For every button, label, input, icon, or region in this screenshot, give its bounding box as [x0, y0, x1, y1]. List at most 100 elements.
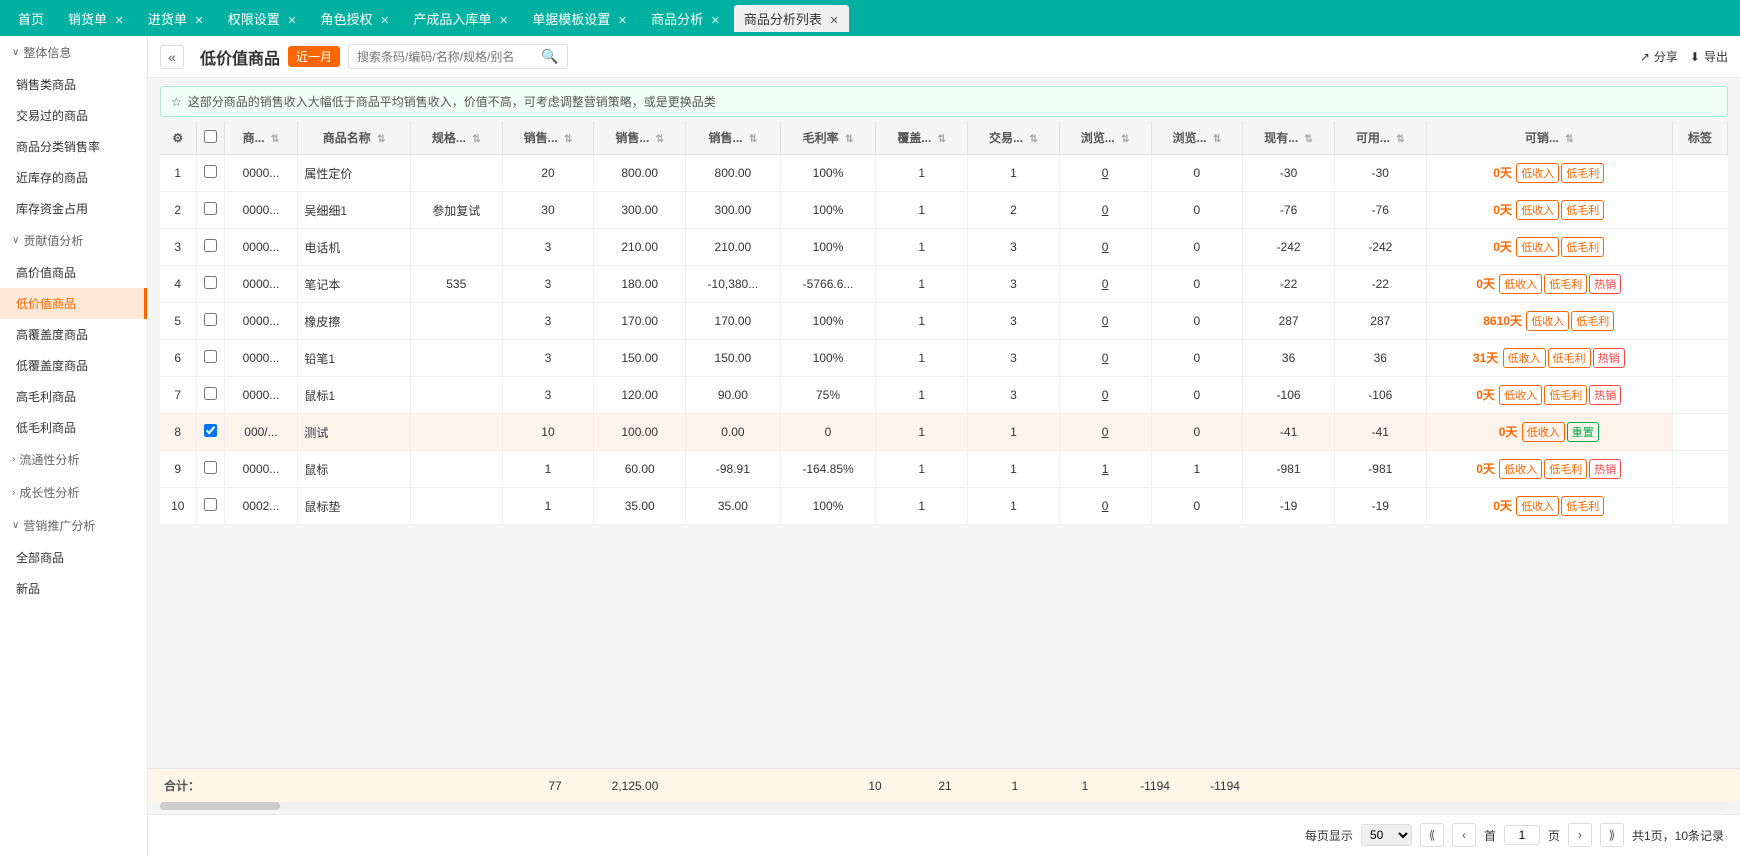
nav-analysis-list[interactable]: 商品分析列表 ✕ [734, 5, 849, 32]
row-checkbox[interactable] [204, 424, 217, 437]
sidebar-item-traded-goods[interactable]: 交易过的商品 [0, 100, 147, 131]
nav-purchase[interactable]: 进货单 ✕ [138, 5, 214, 32]
row-checkbox-cell[interactable] [196, 155, 224, 192]
sidebar-item-all-goods[interactable]: 全部商品 [0, 542, 147, 573]
nav-purchase-close[interactable]: ✕ [194, 15, 203, 27]
horizontal-scrollbar[interactable] [160, 802, 1728, 810]
row-checkbox-cell[interactable] [196, 266, 224, 303]
sidebar-group-circulation[interactable]: › 流通性分析 [0, 443, 147, 476]
th-spec[interactable]: 规格... ⇅ [410, 121, 502, 155]
th-name[interactable]: 商品名称 ⇅ [298, 121, 411, 155]
sidebar-item-high-value[interactable]: 高价值商品 [0, 257, 147, 288]
th-sales1[interactable]: 销售... ⇅ [502, 121, 594, 155]
prev-page-btn[interactable]: ‹ [1452, 823, 1476, 847]
per-page-select[interactable]: 50 100 200 [1361, 824, 1412, 846]
search-input[interactable] [357, 50, 537, 64]
row-checkbox[interactable] [204, 313, 217, 326]
sidebar-item-category-rate[interactable]: 商品分类销售率 [0, 131, 147, 162]
row-checkbox[interactable] [204, 387, 217, 400]
nav-role-close[interactable]: ✕ [380, 15, 389, 27]
nav-template-close[interactable]: ✕ [618, 15, 627, 27]
row-checkbox-cell[interactable] [196, 229, 224, 266]
th-profit-rate[interactable]: 毛利率 ⇅ [780, 121, 876, 155]
row-checkbox-cell[interactable] [196, 192, 224, 229]
row-col7[interactable]: 0 [1059, 488, 1151, 525]
nav-sales[interactable]: 销货单 ✕ [58, 5, 134, 32]
first-page-btn[interactable]: ⟪ [1420, 823, 1444, 847]
th-sales2[interactable]: 销售... ⇅ [594, 121, 686, 155]
sidebar-item-low-value[interactable]: 低价值商品 [0, 288, 147, 319]
nav-analysis[interactable]: 商品分析 ✕ [641, 5, 730, 32]
th-browse2[interactable]: 浏览... ⇅ [1151, 121, 1243, 155]
th-coverage[interactable]: 覆盖... ⇅ [876, 121, 968, 155]
sidebar-group-growth[interactable]: › 成长性分析 [0, 476, 147, 509]
row-checkbox-cell[interactable] [196, 340, 224, 377]
row-col7[interactable]: 0 [1059, 340, 1151, 377]
next-page-btn[interactable]: › [1568, 823, 1592, 847]
th-checkbox[interactable] [196, 121, 224, 155]
nav-sales-close[interactable]: ✕ [115, 15, 124, 27]
row-checkbox[interactable] [204, 350, 217, 363]
collapse-sidebar-btn[interactable]: « [160, 45, 184, 69]
nav-product[interactable]: 产成品入库单 ✕ [403, 5, 518, 32]
row-col7[interactable]: 0 [1059, 303, 1151, 340]
th-gear[interactable]: ⚙ [160, 121, 196, 155]
th-trade[interactable]: 交易... ⇅ [968, 121, 1060, 155]
nav-template[interactable]: 单据模板设置 ✕ [522, 5, 637, 32]
th-saleable[interactable]: 可销... ⇅ [1426, 121, 1672, 155]
sidebar-group-overall[interactable]: ∨ 整体信息 [0, 36, 147, 69]
th-sales3[interactable]: 销售... ⇅ [686, 121, 781, 155]
row-col7[interactable]: 0 [1059, 192, 1151, 229]
row-col7[interactable]: 0 [1059, 377, 1151, 414]
share-btn[interactable]: ↗ 分享 [1640, 48, 1678, 65]
row-checkbox-cell[interactable] [196, 303, 224, 340]
sidebar-item-near-stock[interactable]: 近库存的商品 [0, 162, 147, 193]
row-col1: 20 [502, 155, 594, 192]
sidebar-group-contribution[interactable]: ∨ 贡献值分析 [0, 224, 147, 257]
nav-analysis-close[interactable]: ✕ [711, 15, 720, 27]
sidebar-item-new-goods[interactable]: 新品 [0, 573, 147, 604]
nav-role[interactable]: 角色授权 ✕ [311, 5, 400, 32]
nav-product-close[interactable]: ✕ [499, 15, 508, 27]
row-checkbox-cell[interactable] [196, 414, 224, 451]
select-all-checkbox[interactable] [204, 130, 217, 143]
row-checkbox[interactable] [204, 276, 217, 289]
row-col7[interactable]: 0 [1059, 155, 1151, 192]
search-box: 🔍 [348, 44, 568, 69]
row-name: 笔记本 [298, 266, 411, 303]
nav-home[interactable]: 首页 [8, 5, 54, 32]
sidebar-item-sales-goods[interactable]: 销售类商品 [0, 69, 147, 100]
row-checkbox[interactable] [204, 239, 217, 252]
th-browse1[interactable]: 浏览... ⇅ [1059, 121, 1151, 155]
sidebar-item-low-profit[interactable]: 低毛利商品 [0, 412, 147, 443]
th-available[interactable]: 可用... ⇅ [1334, 121, 1426, 155]
filter-recent-btn[interactable]: 近一月 [288, 46, 340, 67]
nav-perm-close[interactable]: ✕ [287, 15, 296, 27]
row-checkbox[interactable] [204, 165, 217, 178]
row-col7[interactable]: 1 [1059, 451, 1151, 488]
search-icon[interactable]: 🔍 [541, 48, 558, 65]
row-checkbox[interactable] [204, 202, 217, 215]
row-col7[interactable]: 0 [1059, 229, 1151, 266]
row-col7[interactable]: 0 [1059, 414, 1151, 451]
row-checkbox-cell[interactable] [196, 488, 224, 525]
th-code[interactable]: 商... ⇅ [224, 121, 298, 155]
row-col7[interactable]: 0 [1059, 266, 1151, 303]
row-checkbox[interactable] [204, 461, 217, 474]
table-header-row: ⚙ 商... ⇅ 商品名称 ⇅ 规格... ⇅ 销售... ⇅ 销售... ⇅ … [160, 121, 1728, 155]
row-checkbox[interactable] [204, 498, 217, 511]
th-current[interactable]: 现有... ⇅ [1243, 121, 1335, 155]
export-btn[interactable]: ⬇ 导出 [1690, 48, 1728, 65]
sidebar-item-high-coverage[interactable]: 高覆盖度商品 [0, 319, 147, 350]
nav-analysis-list-close[interactable]: ✕ [830, 15, 839, 27]
sidebar-item-stock-fund[interactable]: 库存资金占用 [0, 193, 147, 224]
page-number-input[interactable] [1504, 825, 1540, 845]
sidebar-group-marketing[interactable]: ∨ 营销推广分析 [0, 509, 147, 542]
sidebar-item-low-coverage[interactable]: 低覆盖度商品 [0, 350, 147, 381]
row-checkbox-cell[interactable] [196, 451, 224, 488]
last-page-btn[interactable]: ⟫ [1600, 823, 1624, 847]
row-checkbox-cell[interactable] [196, 377, 224, 414]
nav-perm[interactable]: 权限设置 ✕ [218, 5, 307, 32]
sidebar-item-high-profit[interactable]: 高毛利商品 [0, 381, 147, 412]
scrollbar-thumb[interactable] [160, 802, 280, 810]
